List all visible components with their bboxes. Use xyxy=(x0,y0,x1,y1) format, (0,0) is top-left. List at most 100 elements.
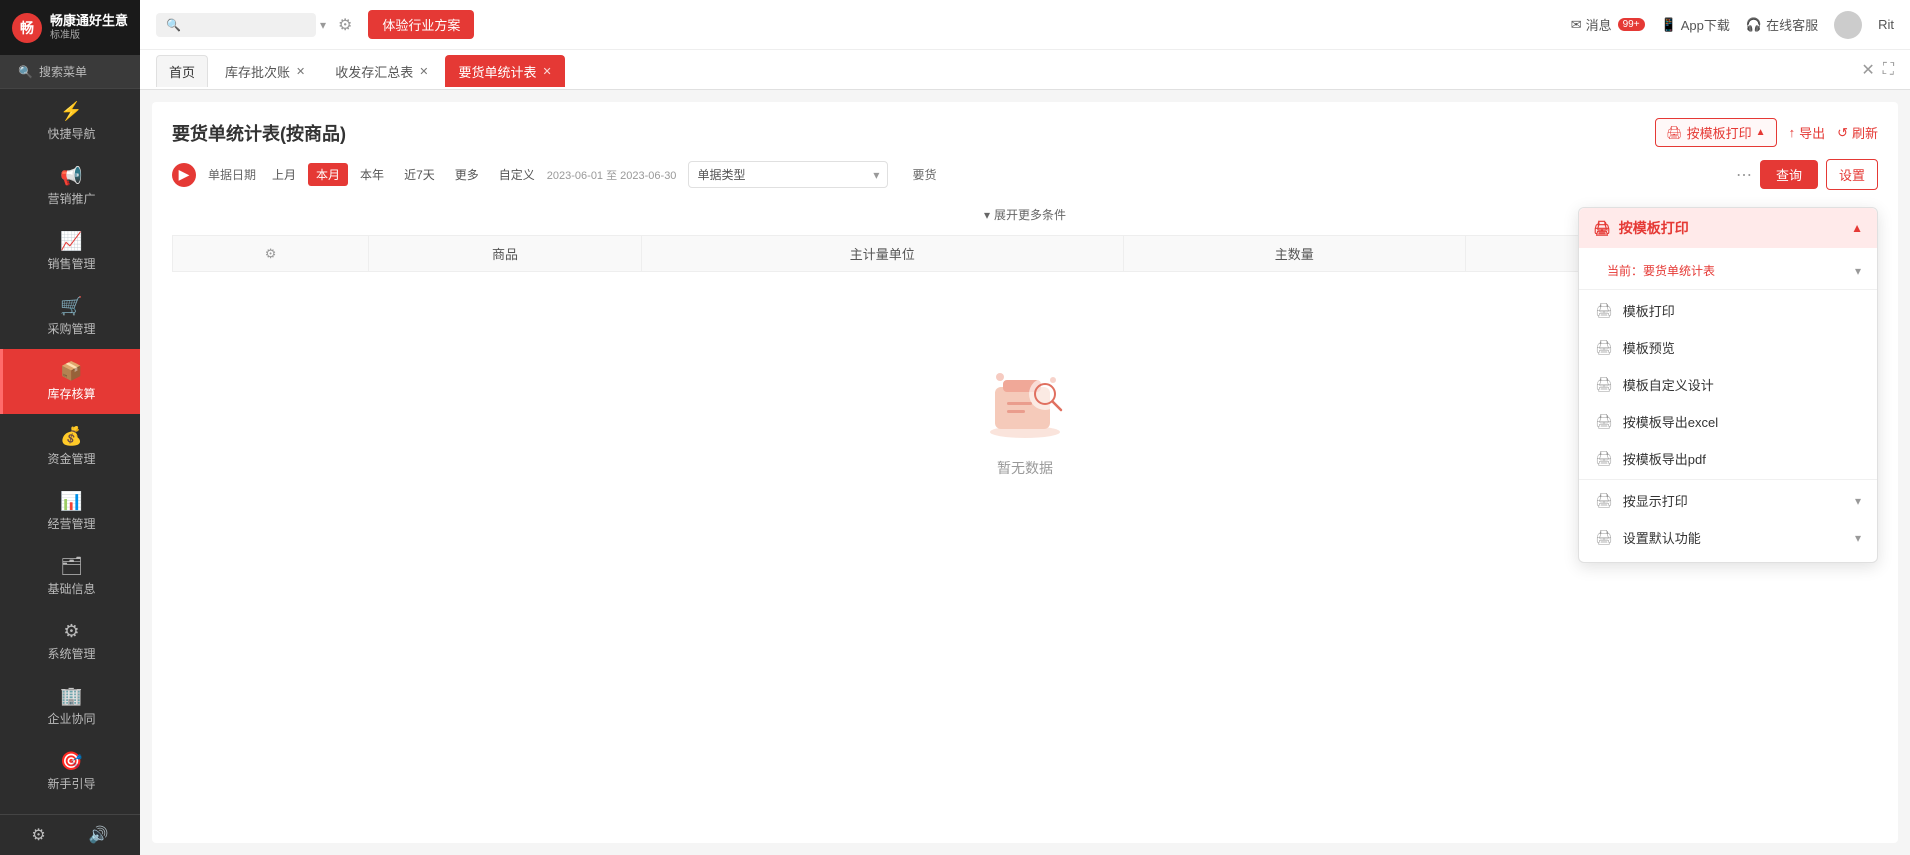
message-button[interactable]: ✉ 消息 99+ xyxy=(1571,15,1645,34)
tabs-bar: 首页 库存批次账 ✕ 收发存汇总表 ✕ 要货单统计表 ✕ ✕ ⛶ xyxy=(140,50,1910,90)
sidebar-item-finance[interactable]: 💰 资金管理 xyxy=(0,414,140,479)
filter-expand-arrow[interactable]: ▶ xyxy=(172,163,196,187)
window-close-icon[interactable]: ✕ xyxy=(1861,60,1874,80)
content-area: 要货单统计表(按商品) 🖨 按模板打印 ▲ ↑ 导出 ↺ 刷新 xyxy=(140,90,1910,855)
tab-receipt-summary-label: 收发存汇总表 xyxy=(335,62,413,81)
sidebar-item-purchase[interactable]: 🛒 采购管理 xyxy=(0,284,140,349)
tab-inventory-batch[interactable]: 库存批次账 ✕ xyxy=(212,55,318,87)
template-print-label: 按模板打印 xyxy=(1687,123,1752,142)
query-button[interactable]: 查询 xyxy=(1760,160,1818,189)
tab-receipt-summary[interactable]: 收发存汇总表 ✕ xyxy=(322,55,441,87)
display-print-label: 按显示打印 xyxy=(1623,491,1688,510)
sidebar-item-label: 基础信息 xyxy=(47,580,95,597)
date-this-year[interactable]: 本年 xyxy=(352,163,392,186)
message-badge: 99+ xyxy=(1618,18,1645,31)
template-print-item-label: 模板打印 xyxy=(1623,301,1675,320)
sidebar-settings-button[interactable]: ⚙ xyxy=(31,825,45,845)
topbar-search-box[interactable]: 🔍 xyxy=(156,13,316,37)
sidebar-item-marketing[interactable]: 📢 营销推广 xyxy=(0,154,140,219)
sidebar-item-label: 采购管理 xyxy=(47,320,95,337)
dropdown-item-set-default[interactable]: 🖨 设置默认功能 ▾ xyxy=(1579,519,1877,556)
sidebar-sound-button[interactable]: 🔊 xyxy=(89,825,109,845)
sidebar-search[interactable]: 🔍 搜索菜单 xyxy=(0,55,140,89)
sidebar-logo: 畅 畅康通好生意 标准版 xyxy=(0,0,140,55)
dropdown-body: 当前：要货单统计表 ▾ 🖨 模板打印 🖨 模板预览 🖨 xyxy=(1579,248,1877,562)
sidebar-item-app-center[interactable]: 📱 应用中心 xyxy=(0,804,140,814)
app-version: 标准版 xyxy=(50,29,128,42)
table-header-quantity: 主数量 xyxy=(1123,236,1465,272)
sidebar-item-label: 新手引导 xyxy=(47,775,95,792)
tab-requisition-stats[interactable]: 要货单统计表 ✕ xyxy=(445,55,564,87)
date-last-7-days[interactable]: 近7天 xyxy=(396,163,443,186)
tab-inventory-batch-close[interactable]: ✕ xyxy=(296,65,305,78)
topbar-gear-icon[interactable]: ⚙ xyxy=(338,15,352,35)
table-header-settings[interactable]: ⚙ xyxy=(173,236,369,272)
dropdown-header[interactable]: 🖨 按模板打印 ▲ xyxy=(1579,208,1877,248)
search-input[interactable] xyxy=(181,18,306,32)
sidebar-item-operation[interactable]: 📊 经营管理 xyxy=(0,479,140,544)
message-label: 消息 xyxy=(1586,15,1612,34)
chevron-down-icon: ▾ xyxy=(984,208,990,222)
current-template-arrow: ▾ xyxy=(1855,264,1861,278)
sidebar-item-basic[interactable]: 🗂 基础信息 xyxy=(0,544,140,609)
tab-receipt-summary-close[interactable]: ✕ xyxy=(419,65,428,78)
settings-icon[interactable]: ⚙ xyxy=(265,246,277,261)
tab-requisition-stats-close[interactable]: ✕ xyxy=(543,65,552,78)
dropdown-item-display-print[interactable]: 🖨 按显示打印 ▾ xyxy=(1579,482,1877,519)
sidebar-item-inventory[interactable]: 📦 库存核算 xyxy=(0,349,140,414)
empty-text: 暂无数据 xyxy=(997,458,1053,478)
date-this-month[interactable]: 本月 xyxy=(308,163,348,186)
dropdown-item-template-export-pdf[interactable]: 🖨 按模板导出pdf xyxy=(1579,440,1877,477)
avatar[interactable] xyxy=(1834,11,1862,39)
empty-illustration xyxy=(975,352,1075,442)
dropdown-item-template-print[interactable]: 🖨 模板打印 xyxy=(1579,292,1877,329)
sidebar-item-label: 企业协同 xyxy=(47,710,95,727)
sidebar-item-sales[interactable]: 📈 销售管理 xyxy=(0,219,140,284)
action-area: ⋯ 查询 设置 xyxy=(1736,159,1878,190)
trial-button[interactable]: 体验行业方案 xyxy=(368,10,474,39)
page-actions: 🖨 按模板打印 ▲ ↑ 导出 ↺ 刷新 xyxy=(1655,118,1878,147)
sidebar-bottom: ⚙ 🔊 xyxy=(0,814,140,855)
tab-home[interactable]: 首页 xyxy=(156,55,208,87)
printer-icon: 🖨 xyxy=(1666,125,1683,141)
date-last-month[interactable]: 上月 xyxy=(264,163,304,186)
dropdown-item-template-preview[interactable]: 🖨 模板预览 xyxy=(1579,329,1877,366)
message-icon: ✉ xyxy=(1571,17,1582,33)
dropdown-item-template-export-excel[interactable]: 🖨 按模板导出excel xyxy=(1579,403,1877,440)
display-print-icon: 🖨 xyxy=(1595,492,1613,509)
sidebar-item-system[interactable]: ⚙ 系统管理 xyxy=(0,609,140,674)
app-download-button[interactable]: 📱 App下载 xyxy=(1661,15,1730,34)
sidebar-item-label: 营销推广 xyxy=(47,190,95,207)
dropdown-item-template-design[interactable]: 🖨 模板自定义设计 xyxy=(1579,366,1877,403)
type-filter-chevron: ▾ xyxy=(873,168,879,182)
type-filter-label: 单据类型 xyxy=(697,166,745,183)
enterprise-icon: 🏢 xyxy=(60,686,82,707)
window-maximize-icon[interactable]: ⛶ xyxy=(1883,61,1894,79)
chevron-up-icon: ▲ xyxy=(1756,127,1766,138)
sidebar-item-enterprise[interactable]: 🏢 企业协同 xyxy=(0,674,140,739)
marketing-icon: 📢 xyxy=(60,166,82,187)
template-export-pdf-icon: 🖨 xyxy=(1595,450,1613,467)
dropdown-current-template[interactable]: 当前：要货单统计表 ▾ xyxy=(1579,254,1877,287)
inventory-icon: 📦 xyxy=(60,361,82,382)
more-options-icon[interactable]: ⋯ xyxy=(1736,165,1752,185)
topbar-search-icon: 🔍 xyxy=(166,18,181,32)
type-filter-select[interactable]: 单据类型 ▾ xyxy=(688,161,888,188)
sidebar-item-quick-nav[interactable]: ⚡ 快捷导航 xyxy=(0,89,140,154)
app-download-label: App下载 xyxy=(1681,15,1730,34)
refresh-button[interactable]: ↺ 刷新 xyxy=(1837,123,1878,142)
template-print-button[interactable]: 🖨 按模板打印 ▲ xyxy=(1655,118,1776,147)
sidebar-item-guide[interactable]: 🎯 新手引导 xyxy=(0,739,140,804)
template-preview-item-icon: 🖨 xyxy=(1595,339,1613,356)
sidebar-nav: ⚡ 快捷导航 📢 营销推广 📈 销售管理 🛒 采购管理 📦 库存核算 💰 资金管… xyxy=(0,89,140,814)
topbar-chevron-icon[interactable]: ▾ xyxy=(320,18,326,32)
online-service-button[interactable]: 🎧 在线客服 xyxy=(1746,15,1818,34)
expand-more-button[interactable]: ▾ 展开更多条件 xyxy=(976,202,1074,227)
date-custom[interactable]: 自定义 xyxy=(491,163,543,186)
current-template-label: 当前：要货单统计表 xyxy=(1607,262,1715,279)
main-area: 🔍 ▾ ⚙ 体验行业方案 ✉ 消息 99+ 📱 App下载 🎧 在线客服 Rit xyxy=(140,0,1910,855)
date-range-display: 2023-06-01 至 2023-06-30 xyxy=(547,167,677,183)
date-more[interactable]: 更多 xyxy=(447,163,487,186)
export-button[interactable]: ↑ 导出 xyxy=(1789,123,1826,142)
settings-button[interactable]: 设置 xyxy=(1826,159,1878,190)
